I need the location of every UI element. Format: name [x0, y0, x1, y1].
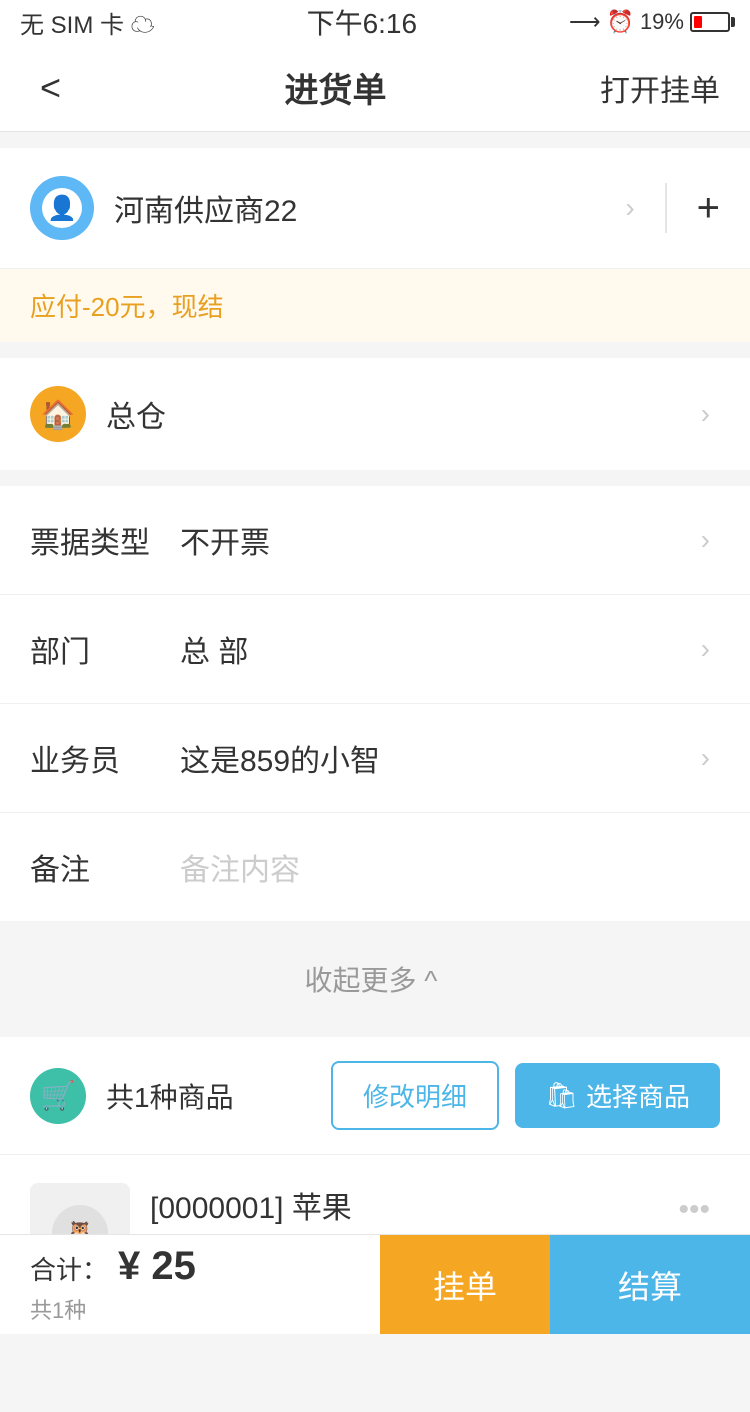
- back-button[interactable]: <: [30, 57, 71, 119]
- warehouse-icon: 🏠: [30, 386, 86, 442]
- divider: [665, 183, 667, 233]
- supplier-notice: 应付-20元，现结: [0, 269, 750, 342]
- salesman-chevron-icon: ›: [701, 742, 720, 774]
- salesman-label: 业务员: [30, 736, 170, 780]
- status-left: 无 SIM 卡 ☁: [20, 5, 155, 40]
- total-text: 合计：: [30, 1250, 108, 1287]
- supplier-row[interactable]: 👤 河南供应商22 › +: [0, 148, 750, 269]
- remark-input[interactable]: 备注内容: [170, 845, 720, 889]
- page-title: 进货单: [285, 63, 387, 112]
- department-value: 总 部: [170, 627, 701, 671]
- avatar-icon: 👤: [42, 188, 82, 228]
- warehouse-chevron-icon: ›: [701, 398, 720, 430]
- invoice-label: 票据类型: [30, 518, 170, 562]
- warehouse-name: 总仓: [106, 392, 701, 436]
- warehouse-section: 🏠 总仓 ›: [0, 358, 750, 470]
- product-code: [0000001]: [150, 1192, 283, 1225]
- total-amount: ¥ 25: [118, 1244, 196, 1289]
- open-hang-button[interactable]: 打开挂单: [600, 66, 720, 110]
- nav-bar: < 进货单 打开挂单: [0, 44, 750, 132]
- supplier-section: 👤 河南供应商22 › + 应付-20元，现结: [0, 148, 750, 342]
- salesman-value: 这是859的小智: [170, 736, 701, 780]
- modify-detail-button[interactable]: 修改明细: [331, 1061, 499, 1130]
- checkout-button[interactable]: 结算: [550, 1235, 750, 1334]
- hang-button[interactable]: 挂单: [380, 1235, 550, 1334]
- supplier-avatar: 👤: [30, 176, 94, 240]
- alarm-icon: ⏰: [607, 9, 634, 35]
- battery-text: 19%: [640, 9, 684, 35]
- more-options-button[interactable]: •••: [668, 1183, 720, 1237]
- department-label: 部门: [30, 627, 170, 671]
- sim-status: 无 SIM 卡 ☁: [20, 5, 155, 40]
- battery-icon: [690, 12, 730, 32]
- product-header: 🛒 共1种商品 修改明细 🛍 选择商品: [0, 1037, 750, 1155]
- collapse-label: 收起更多 ^: [305, 959, 438, 999]
- invoice-value: 不开票: [170, 518, 701, 562]
- product-count-icon: 🛒: [30, 1068, 86, 1124]
- department-chevron-icon: ›: [701, 633, 720, 665]
- select-product-label: 选择商品: [586, 1077, 690, 1114]
- status-time: 下午6:16: [307, 2, 418, 42]
- select-product-button[interactable]: 🛍 选择商品: [515, 1063, 720, 1128]
- form-section: 票据类型 不开票 › 部门 总 部 › 业务员 这是859的小智 › 备注 备注…: [0, 486, 750, 921]
- total-section: 合计： ¥ 25 共1种: [0, 1235, 380, 1334]
- add-button[interactable]: +: [697, 186, 720, 231]
- remark-row[interactable]: 备注 备注内容: [0, 813, 750, 921]
- product-name: [0000001] 苹果: [150, 1183, 668, 1227]
- total-count: 共1种: [30, 1293, 350, 1325]
- invoice-chevron-icon: ›: [701, 524, 720, 556]
- status-bar: 无 SIM 卡 ☁ 下午6:16 ⟶ ⏰ 19%: [0, 0, 750, 44]
- select-cart-icon: 🛍: [545, 1080, 578, 1111]
- bottom-bar: 合计： ¥ 25 共1种 挂单 结算: [0, 1234, 750, 1334]
- collapse-bar[interactable]: 收起更多 ^: [0, 937, 750, 1021]
- total-label: 合计： ¥ 25: [30, 1244, 350, 1289]
- product-title: 苹果: [292, 1192, 352, 1225]
- status-right: ⟶ ⏰ 19%: [569, 9, 730, 35]
- warehouse-row[interactable]: 🏠 总仓 ›: [0, 358, 750, 470]
- department-row[interactable]: 部门 总 部 ›: [0, 595, 750, 704]
- remark-label: 备注: [30, 845, 170, 889]
- location-icon: ⟶: [569, 9, 601, 35]
- product-count-text: 共1种商品: [106, 1076, 331, 1116]
- supplier-chevron-icon: ›: [625, 192, 634, 224]
- supplier-name: 河南供应商22: [114, 186, 625, 230]
- invoice-row[interactable]: 票据类型 不开票 ›: [0, 486, 750, 595]
- salesman-row[interactable]: 业务员 这是859的小智 ›: [0, 704, 750, 813]
